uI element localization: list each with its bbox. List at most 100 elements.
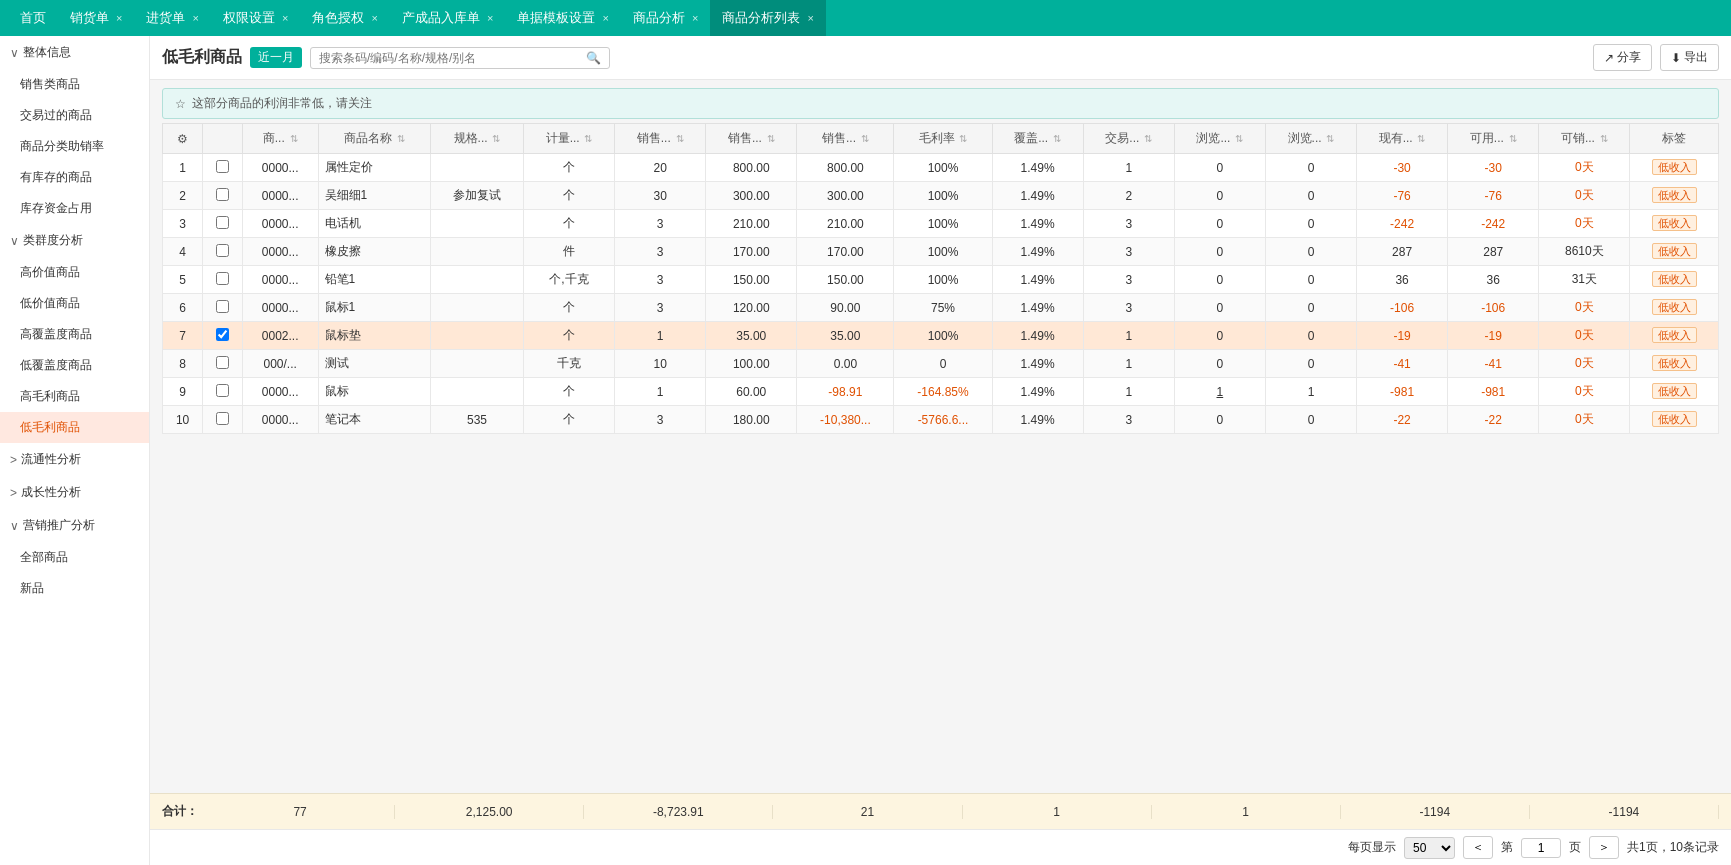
share-button[interactable]: ↗ 分享 [1593,44,1652,71]
sidebar-item-high-margin[interactable]: 高毛利商品 [0,381,149,412]
nav-item-analysis[interactable]: 商品分析 × [621,0,710,36]
sidebar-item-low-value[interactable]: 低价值商品 [0,288,149,319]
col-header-margin-rate[interactable]: 毛利率 ⇅ [894,124,992,154]
sidebar-section-类群度分析[interactable]: ∨类群度分析 [0,224,149,257]
row-stock: -981 [1357,378,1448,406]
next-page-button[interactable]: ＞ [1589,836,1619,859]
page-number-input[interactable] [1521,838,1561,858]
sidebar-item-traded-goods[interactable]: 交易过的商品 [0,100,149,131]
sidebar-item-in-stock[interactable]: 有库存的商品 [0,162,149,193]
sidebar-item-category-rate[interactable]: 商品分类助销率 [0,131,149,162]
sidebar-item-all-goods[interactable]: 全部商品 [0,542,149,573]
table-row: 20000...吴细细1参加复试个30300.00300.00100%1.49%… [163,182,1719,210]
nav-item-permissions[interactable]: 权限设置 × [211,0,300,36]
nav-item-sales[interactable]: 销货单 × [58,0,134,36]
page-size-select[interactable]: 50 100 200 [1404,837,1455,859]
nav-item-template[interactable]: 单据模板设置 × [505,0,620,36]
table-row: 10000...属性定价个20800.00800.00100%1.49%100-… [163,154,1719,182]
footer-cell-qty: 77 [206,805,395,819]
row-checkbox-input[interactable] [216,216,229,229]
export-button[interactable]: ⬇ 导出 [1660,44,1719,71]
sidebar-item-sales-goods[interactable]: 销售类商品 [0,69,149,100]
row-checkbox[interactable] [203,294,243,322]
col-header-browse1[interactable]: 浏览... ⇅ [1174,124,1265,154]
nav-item-roles[interactable]: 角色授权 × [300,0,389,36]
col-header-current-stock[interactable]: 现有... ⇅ [1357,124,1448,154]
row-browse2: 0 [1265,154,1356,182]
sidebar-section-整体信息[interactable]: ∨整体信息 [0,36,149,69]
row-checkbox-input[interactable] [216,188,229,201]
nav-item-home[interactable]: 首页 [8,0,58,36]
close-icon[interactable]: × [689,12,698,24]
sidebar-section-营销推广分析[interactable]: ∨营销推广分析 [0,509,149,542]
col-header-unit[interactable]: 计量... ⇅ [523,124,614,154]
sidebar-item-low-coverage[interactable]: 低覆盖度商品 [0,350,149,381]
nav-item-analysis-list[interactable]: 商品分析列表 × [710,0,825,36]
row-checkbox[interactable] [203,154,243,182]
close-icon[interactable]: × [599,12,608,24]
row-checkbox[interactable] [203,406,243,434]
col-header-available[interactable]: 可用... ⇅ [1448,124,1539,154]
row-sales-profit: 150.00 [797,266,894,294]
row-saleable-days: 0天 [1539,378,1630,406]
content-area: 低毛利商品 近一月 🔍 ↗ 分享 ⬇ 导出 ☆ 这部分商品的利润非常低，请关注 [150,36,1731,865]
search-input[interactable] [319,51,586,65]
prev-page-button[interactable]: ＜ [1463,836,1493,859]
sidebar-item-high-value[interactable]: 高价值商品 [0,257,149,288]
row-checkbox-input[interactable] [216,160,229,173]
row-checkbox[interactable] [203,350,243,378]
close-icon[interactable]: × [804,12,813,24]
col-header-saleable-days[interactable]: 可销... ⇅ [1539,124,1630,154]
close-icon[interactable]: × [279,12,288,24]
sidebar-item-high-coverage[interactable]: 高覆盖度商品 [0,319,149,350]
row-checkbox-input[interactable] [216,356,229,369]
row-trade-count: 1 [1083,350,1174,378]
col-header-sales-amount[interactable]: 销售... ⇅ [706,124,797,154]
col-header-sales-profit[interactable]: 销售... ⇅ [797,124,894,154]
search-icon[interactable]: 🔍 [586,51,601,65]
row-checkbox-input[interactable] [216,328,229,341]
col-header-spec[interactable]: 规格... ⇅ [431,124,524,154]
row-trade-count: 1 [1083,378,1174,406]
row-sales-qty: 3 [615,266,706,294]
row-spec [431,266,524,294]
close-icon[interactable]: × [189,12,198,24]
row-checkbox-input[interactable] [216,272,229,285]
sidebar-item-stock-capital[interactable]: 库存资金占用 [0,193,149,224]
row-checkbox[interactable] [203,378,243,406]
row-browse1: 0 [1174,154,1265,182]
row-trade-count: 2 [1083,182,1174,210]
sort-icon: ⇅ [1324,133,1335,144]
page-label: 页 [1569,839,1581,856]
sidebar-item-low-margin[interactable]: 低毛利商品 [0,412,149,443]
tag-recent[interactable]: 近一月 [250,47,302,68]
close-icon[interactable]: × [368,12,377,24]
sort-icon: ⇅ [1597,133,1608,144]
row-checkbox[interactable] [203,210,243,238]
sidebar-section-成长性分析[interactable]: >成长性分析 [0,476,149,509]
table-container[interactable]: ⚙商... ⇅商品名称 ⇅规格... ⇅计量... ⇅销售... ⇅销售... … [150,123,1731,793]
col-header-name[interactable]: 商品名称 ⇅ [318,124,430,154]
row-stock: -19 [1357,322,1448,350]
nav-item-stock[interactable]: 产成品入库单 × [390,0,505,36]
row-checkbox[interactable] [203,322,243,350]
row-checkbox-input[interactable] [216,384,229,397]
row-checkbox-input[interactable] [216,244,229,257]
row-checkbox[interactable] [203,238,243,266]
col-header-browse2[interactable]: 浏览... ⇅ [1265,124,1356,154]
row-unit: 个 [523,406,614,434]
col-header-coverage[interactable]: 覆盖... ⇅ [992,124,1083,154]
sidebar-item-new-goods[interactable]: 新品 [0,573,149,604]
row-spec: 535 [431,406,524,434]
col-header-code[interactable]: 商... ⇅ [242,124,318,154]
close-icon[interactable]: × [484,12,493,24]
row-checkbox[interactable] [203,182,243,210]
row-checkbox-input[interactable] [216,300,229,313]
sidebar-section-流通性分析[interactable]: >流通性分析 [0,443,149,476]
close-icon[interactable]: × [113,12,122,24]
row-checkbox-input[interactable] [216,412,229,425]
col-header-trade-count[interactable]: 交易... ⇅ [1083,124,1174,154]
nav-item-purchase[interactable]: 进货单 × [134,0,210,36]
col-header-sales-qty[interactable]: 销售... ⇅ [615,124,706,154]
row-checkbox[interactable] [203,266,243,294]
